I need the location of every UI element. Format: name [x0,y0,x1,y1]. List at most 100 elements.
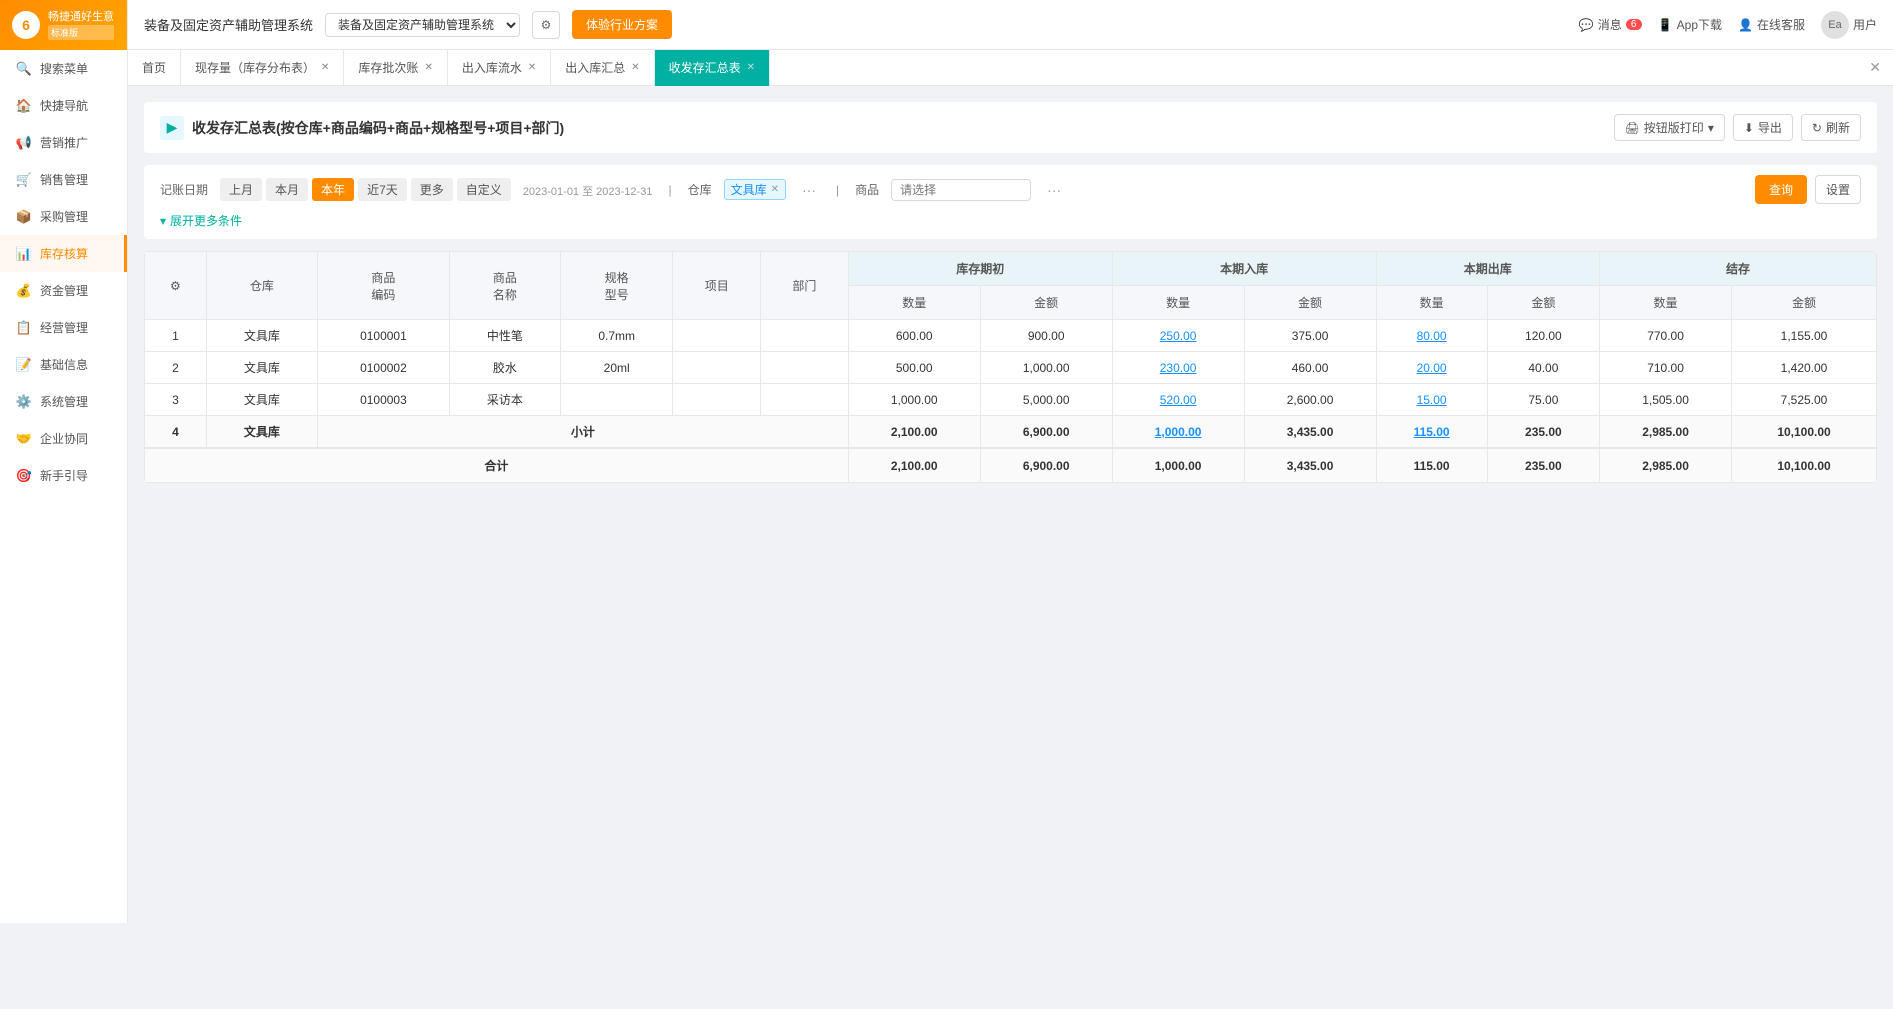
close-all-tabs[interactable]: ✕ [1857,59,1893,76]
close-tab-5[interactable]: ✕ [747,62,755,73]
sidebar-label-system: 系统管理 [40,393,88,410]
date-btn-本年[interactable]: 本年 [312,178,354,201]
close-tab-1[interactable]: ✕ [321,62,329,73]
row-out-qty-2[interactable]: 15.00 [1376,384,1487,416]
user-button[interactable]: Ea 用户 [1821,11,1877,39]
sidebar-item-inventory[interactable]: 📊库存核算 [0,235,127,272]
filter-bar: 记账日期 上月本月本年近7天更多自定义 2023-01-01 至 2023-12… [144,165,1877,239]
search-icon: 🔍 [16,61,32,77]
row-out-qty-0[interactable]: 80.00 [1376,320,1487,352]
messages-button[interactable]: 💬 消息 6 [1579,16,1642,33]
sidebar-label-inventory: 库存核算 [40,245,88,262]
subtotal-warehouse: 文具库 [206,416,317,449]
goods-input[interactable] [891,179,1031,201]
row-warehouse-2: 文具库 [206,384,317,416]
messages-badge: 6 [1626,19,1642,30]
close-tab-3[interactable]: ✕ [528,62,536,73]
system-selector[interactable]: 装备及固定资产辅助管理系统 [325,13,520,37]
goods-more[interactable]: ··· [1047,182,1061,198]
export-button[interactable]: ⬇ 导出 [1733,114,1793,141]
row-code-2: 0100003 [317,384,449,416]
tab-4[interactable]: 出入库汇总 ✕ [551,50,654,86]
query-button[interactable]: 查询 [1755,175,1807,204]
sidebar-item-purchase[interactable]: 📦采购管理 [0,198,127,235]
print-button[interactable]: 🖨 按钮版打印 ▾ [1614,114,1725,141]
date-btn-上月[interactable]: 上月 [220,178,262,201]
row-seq-2: 3 [145,384,207,416]
guide-icon: 🎯 [16,468,32,484]
refresh-button[interactable]: ↻ 刷新 [1801,114,1861,141]
row-in-qty-2[interactable]: 520.00 [1112,384,1244,416]
tab-2[interactable]: 库存批次账✕ [344,50,447,86]
message-icon: 💬 [1579,18,1594,32]
date-btn-自定义[interactable]: 自定义 [457,178,511,201]
sales-icon: 🛒 [16,172,32,188]
subtotal-seq: 4 [145,416,207,449]
row-warehouse-1: 文具库 [206,352,317,384]
row-code-0: 0100001 [317,320,449,352]
subtotal-close-amt: 10,100.00 [1732,416,1877,449]
filter-setting-button[interactable]: 设置 [1815,175,1861,204]
sidebar-label-search: 搜索菜单 [40,60,88,77]
footer-out-qty: 115.00 [1376,448,1487,483]
sidebar-item-sales[interactable]: 🛒 销售管理 [0,161,127,198]
group-out-header: 本期出库 [1376,252,1600,286]
online-service-button[interactable]: 👤 在线客服 [1738,16,1805,33]
row-warehouse-0: 文具库 [206,320,317,352]
remove-warehouse-tag[interactable]: ✕ [771,184,779,195]
sidebar-item-collab[interactable]: 🤝企业协同 [0,420,127,457]
date-btn-更多[interactable]: 更多 [411,178,453,201]
subtotal-in-qty[interactable]: 1,000.00 [1112,416,1244,449]
row-spec-0: 0.7mm [560,320,672,352]
date-btn-近7天[interactable]: 近7天 [358,178,407,201]
operations-icon: 📋 [16,320,32,336]
tab-5[interactable]: 收发存汇总表 ✕ [655,50,770,86]
row-open-qty-2: 1,000.00 [848,384,980,416]
row-project-2 [673,384,761,416]
topbar-left: 装备及固定资产辅助管理系统 装备及固定资产辅助管理系统 ⚙ 体验行业方案 [144,10,672,39]
tab-label-4: 出入库汇总 [565,59,625,76]
sidebar-item-system[interactable]: ⚙️ 系统管理 [0,383,127,420]
sidebar-item-basic[interactable]: 📝基础信息 [0,346,127,383]
warehouse-label: 仓库 [688,181,712,198]
tab-label-5: 收发存汇总表 [669,59,741,76]
row-in-amt-0: 375.00 [1244,320,1376,352]
page-header: ▶ 收发存汇总表(按仓库+商品编码+商品+规格型号+项目+部门) 🖨 按钮版打印… [144,102,1877,153]
row-open-qty-1: 500.00 [848,352,980,384]
app-title: 畅捷通好生意 标准版 [48,10,114,39]
data-table-container: ⚙ 仓库 商品编码 商品名称 规格型号 项目 部门 库存期初 本期入库 本期出库… [144,251,1877,483]
sidebar-label-sales: 销售管理 [40,171,88,188]
chevron-down-icon: ▾ [160,214,166,228]
footer-close-amt: 10,100.00 [1732,448,1877,483]
date-btn-本月[interactable]: 本月 [266,178,308,201]
tab-3[interactable]: 出入库流水✕ [448,50,551,86]
close-tab-4[interactable]: ✕ [631,62,639,73]
sidebar-item-guide[interactable]: 🎯新手引导 [0,457,127,494]
settings-icon[interactable]: ⚙ [532,11,560,39]
sidebar-label-quicknav: 快捷导航 [40,97,88,114]
sidebar-item-marketing[interactable]: 📢营销推广 [0,124,127,161]
col-settings-header[interactable]: ⚙ [145,252,207,320]
tab-0[interactable]: 首页 [128,50,181,86]
expand-filter-button[interactable]: ▾ 展开更多条件 [160,212,242,229]
app-download-button[interactable]: 📱 App下载 [1658,16,1722,33]
row-in-qty-0[interactable]: 250.00 [1112,320,1244,352]
sidebar-item-operations[interactable]: 📋经营管理 [0,309,127,346]
sidebar-item-search[interactable]: 🔍 搜索菜单 [0,50,127,87]
date-range: 2023-01-01 至 2023-12-31 [523,183,653,199]
system-icon: ⚙️ [16,394,32,410]
row-dept-0 [761,320,849,352]
sidebar-item-quicknav[interactable]: 🏠快捷导航 [0,87,127,124]
collapse-button[interactable]: ▶ [160,116,184,140]
row-in-qty-1[interactable]: 230.00 [1112,352,1244,384]
col-spec-header: 规格型号 [560,252,672,320]
sidebar-item-finance[interactable]: 💰资金管理 [0,272,127,309]
row-out-qty-1[interactable]: 20.00 [1376,352,1487,384]
close-tab-2[interactable]: ✕ [424,62,432,73]
experience-button[interactable]: 体验行业方案 [572,10,672,39]
row-in-amt-1: 460.00 [1244,352,1376,384]
subtotal-out-qty[interactable]: 115.00 [1376,416,1487,449]
warehouse-more[interactable]: ··· [802,182,816,198]
footer-close-qty: 2,985.00 [1600,448,1732,483]
tab-1[interactable]: 现存量（库存分布表）✕ [181,50,344,86]
